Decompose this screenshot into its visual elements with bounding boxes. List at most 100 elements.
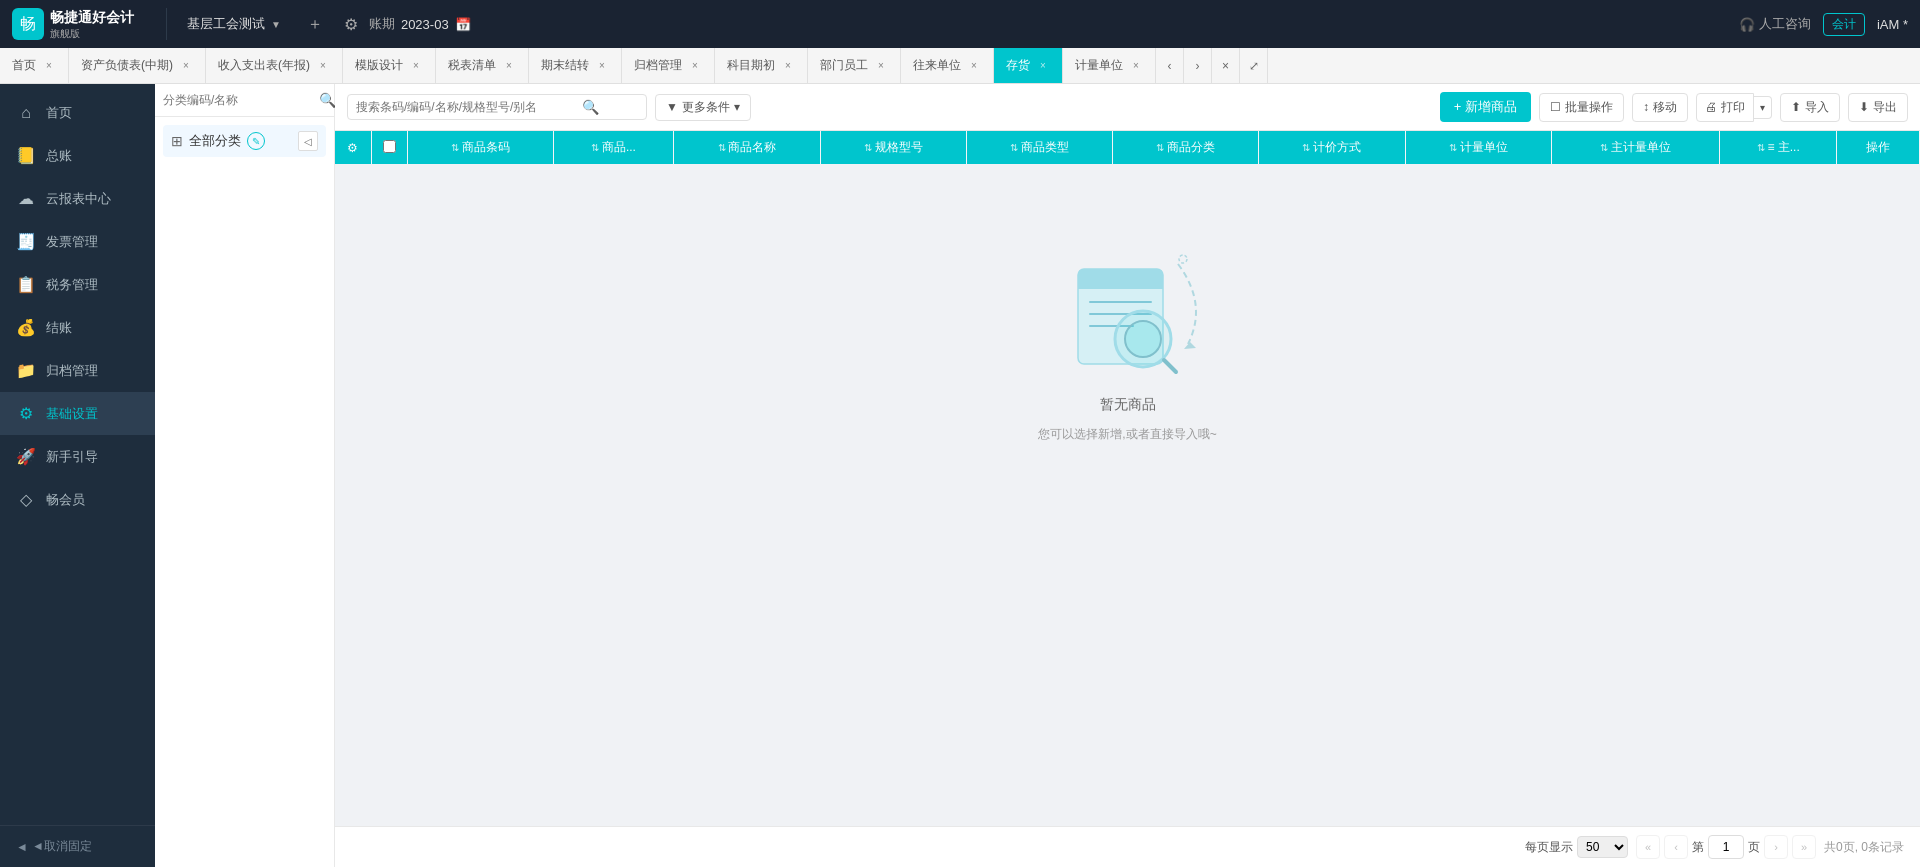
move-button[interactable]: ↕ 移动 — [1632, 93, 1688, 122]
th-spec[interactable]: 规格型号 — [820, 131, 966, 164]
tab-unit-close[interactable]: × — [1129, 59, 1143, 73]
page-number-input[interactable] — [1708, 835, 1744, 859]
settings-icon[interactable]: ⚙ — [337, 10, 365, 38]
tab-unit[interactable]: 计量单位 × — [1063, 48, 1156, 83]
sidebar-item-member[interactable]: ◇ 畅会员 — [0, 478, 155, 521]
prev-page-button[interactable]: ‹ — [1664, 835, 1688, 859]
tab-department[interactable]: 部门员工 × — [808, 48, 901, 83]
export-icon: ⬇ — [1859, 100, 1869, 114]
user-label: iAM * — [1877, 17, 1908, 32]
th-col3[interactable]: ≡ 主... — [1719, 131, 1837, 164]
tab-balance-sheet-close[interactable]: × — [179, 59, 193, 73]
th-checkbox[interactable] — [371, 131, 407, 164]
first-page-button[interactable]: « — [1636, 835, 1660, 859]
tab-close-all[interactable]: × — [1212, 48, 1240, 83]
total-info: 共0页, 0条记录 — [1824, 839, 1904, 856]
th-category[interactable]: 商品分类 — [1113, 131, 1259, 164]
tab-tax-close[interactable]: × — [502, 59, 516, 73]
print-dropdown-button[interactable]: ▾ — [1754, 96, 1772, 119]
logo-text: 畅捷通好会计 旗舰版 — [50, 8, 134, 39]
sidebar-item-home[interactable]: ⌂ 首页 — [0, 92, 155, 134]
calendar-icon[interactable]: 📅 — [455, 17, 471, 32]
tab-income-close[interactable]: × — [316, 59, 330, 73]
main-search-button[interactable]: 🔍 — [582, 99, 599, 115]
tab-template[interactable]: 模版设计 × — [343, 48, 436, 83]
th-unit[interactable]: 计量单位 — [1405, 131, 1551, 164]
account-badge[interactable]: 会计 — [1823, 13, 1865, 36]
sidebar-item-reports[interactable]: ☁ 云报表中心 — [0, 177, 155, 220]
main-search-input[interactable] — [356, 100, 576, 114]
svg-marker-1 — [1184, 342, 1196, 349]
tab-archive-close[interactable]: × — [688, 59, 702, 73]
tab-subject-init-close[interactable]: × — [781, 59, 795, 73]
sidebar-unpin-button[interactable]: ◄ ◄取消固定 — [0, 825, 155, 867]
customer-service-button[interactable]: 🎧 人工咨询 — [1739, 15, 1811, 33]
tab-home[interactable]: 首页 × — [0, 48, 69, 83]
tab-income-label: 收入支出表(年报) — [218, 57, 310, 74]
home-icon: ⌂ — [16, 104, 36, 122]
user-info[interactable]: iAM * — [1877, 17, 1908, 32]
export-button[interactable]: ⬇ 导出 — [1848, 93, 1908, 122]
category-edit-badge[interactable]: ✎ — [247, 132, 265, 150]
sidebar-item-tax[interactable]: 📋 税务管理 — [0, 263, 155, 306]
sidebar-item-basic[interactable]: ⚙ 基础设置 — [0, 392, 155, 435]
add-tab-button[interactable]: ＋ — [301, 10, 329, 38]
tab-maximize[interactable]: ⤢ — [1240, 48, 1268, 83]
select-all-checkbox[interactable] — [383, 140, 396, 153]
sidebar-item-ledger[interactable]: 📒 总账 — [0, 134, 155, 177]
tab-home-close[interactable]: × — [42, 59, 56, 73]
sidebar-item-guide[interactable]: 🚀 新手引导 — [0, 435, 155, 478]
th-type[interactable]: 商品类型 — [966, 131, 1112, 164]
sidebar-label-basic: 基础设置 — [46, 405, 98, 423]
category-search-button[interactable]: 🔍 — [319, 92, 336, 108]
more-filter-label: 更多条件 — [682, 99, 730, 116]
tab-period-carry-close[interactable]: × — [595, 59, 609, 73]
tab-subject-init[interactable]: 科目期初 × — [715, 48, 808, 83]
tab-template-close[interactable]: × — [409, 59, 423, 73]
per-page-dropdown[interactable]: 50 100 200 — [1577, 836, 1628, 858]
category-all-item[interactable]: ⊞ 全部分类 ✎ ◁ — [163, 125, 326, 157]
category-search-input[interactable] — [163, 93, 313, 107]
empty-illustration — [1048, 244, 1208, 384]
import-label: 导入 — [1805, 99, 1829, 116]
th-settings[interactable]: ⚙ — [335, 131, 371, 164]
sidebar-item-settlement[interactable]: 💰 结账 — [0, 306, 155, 349]
tab-income[interactable]: 收入支出表(年报) × — [206, 48, 343, 83]
th-main-unit[interactable]: 主计量单位 — [1551, 131, 1719, 164]
tab-department-close[interactable]: × — [874, 59, 888, 73]
th-name[interactable]: 商品名称 — [674, 131, 820, 164]
more-filter-button[interactable]: ▼ 更多条件 ▾ — [655, 94, 751, 121]
cloud-icon: ☁ — [16, 189, 36, 208]
tab-period-carry[interactable]: 期末结转 × — [529, 48, 622, 83]
batch-operation-button[interactable]: ☐ 批量操作 — [1539, 93, 1624, 122]
th-price-mode[interactable]: 计价方式 — [1259, 131, 1405, 164]
import-button[interactable]: ⬆ 导入 — [1780, 93, 1840, 122]
next-page-button[interactable]: › — [1764, 835, 1788, 859]
tab-balance-sheet[interactable]: 资产负债表(中期) × — [69, 48, 206, 83]
tab-scroll-left[interactable]: ‹ — [1156, 48, 1184, 83]
invoice-icon: 🧾 — [16, 232, 36, 251]
sidebar: ⌂ 首页 📒 总账 ☁ 云报表中心 🧾 发票管理 📋 税务管理 💰 结账 — [0, 84, 155, 867]
tab-inventory-close[interactable]: × — [1036, 59, 1050, 73]
tab-tax-label: 税表清单 — [448, 57, 496, 74]
app-name-sub: 旗舰版 — [50, 27, 134, 40]
collapse-panel-button[interactable]: ◁ — [298, 131, 318, 151]
tab-scroll-right[interactable]: › — [1184, 48, 1212, 83]
tab-contacts[interactable]: 往来单位 × — [901, 48, 994, 83]
logo-char: 畅 — [20, 14, 36, 35]
main-panel: 🔍 ▼ 更多条件 ▾ + 新增商品 ☐ 批量操作 ↕ 移动 — [335, 84, 1920, 867]
th-barcode[interactable]: 商品条码 — [407, 131, 553, 164]
th-code[interactable]: 商品... — [553, 131, 674, 164]
unpin-label: ◄取消固定 — [32, 838, 92, 855]
tab-period-carry-label: 期末结转 — [541, 57, 589, 74]
sidebar-item-invoice[interactable]: 🧾 发票管理 — [0, 220, 155, 263]
tab-tax[interactable]: 税表清单 × — [436, 48, 529, 83]
company-selector[interactable]: 基层工会测试 ▼ — [179, 11, 289, 37]
add-product-button[interactable]: + 新增商品 — [1440, 92, 1531, 122]
tab-inventory[interactable]: 存货 × — [994, 48, 1063, 83]
tab-contacts-close[interactable]: × — [967, 59, 981, 73]
print-button[interactable]: 🖨 打印 — [1696, 93, 1754, 122]
tab-archive[interactable]: 归档管理 × — [622, 48, 715, 83]
last-page-button[interactable]: » — [1792, 835, 1816, 859]
sidebar-item-archive[interactable]: 📁 归档管理 — [0, 349, 155, 392]
